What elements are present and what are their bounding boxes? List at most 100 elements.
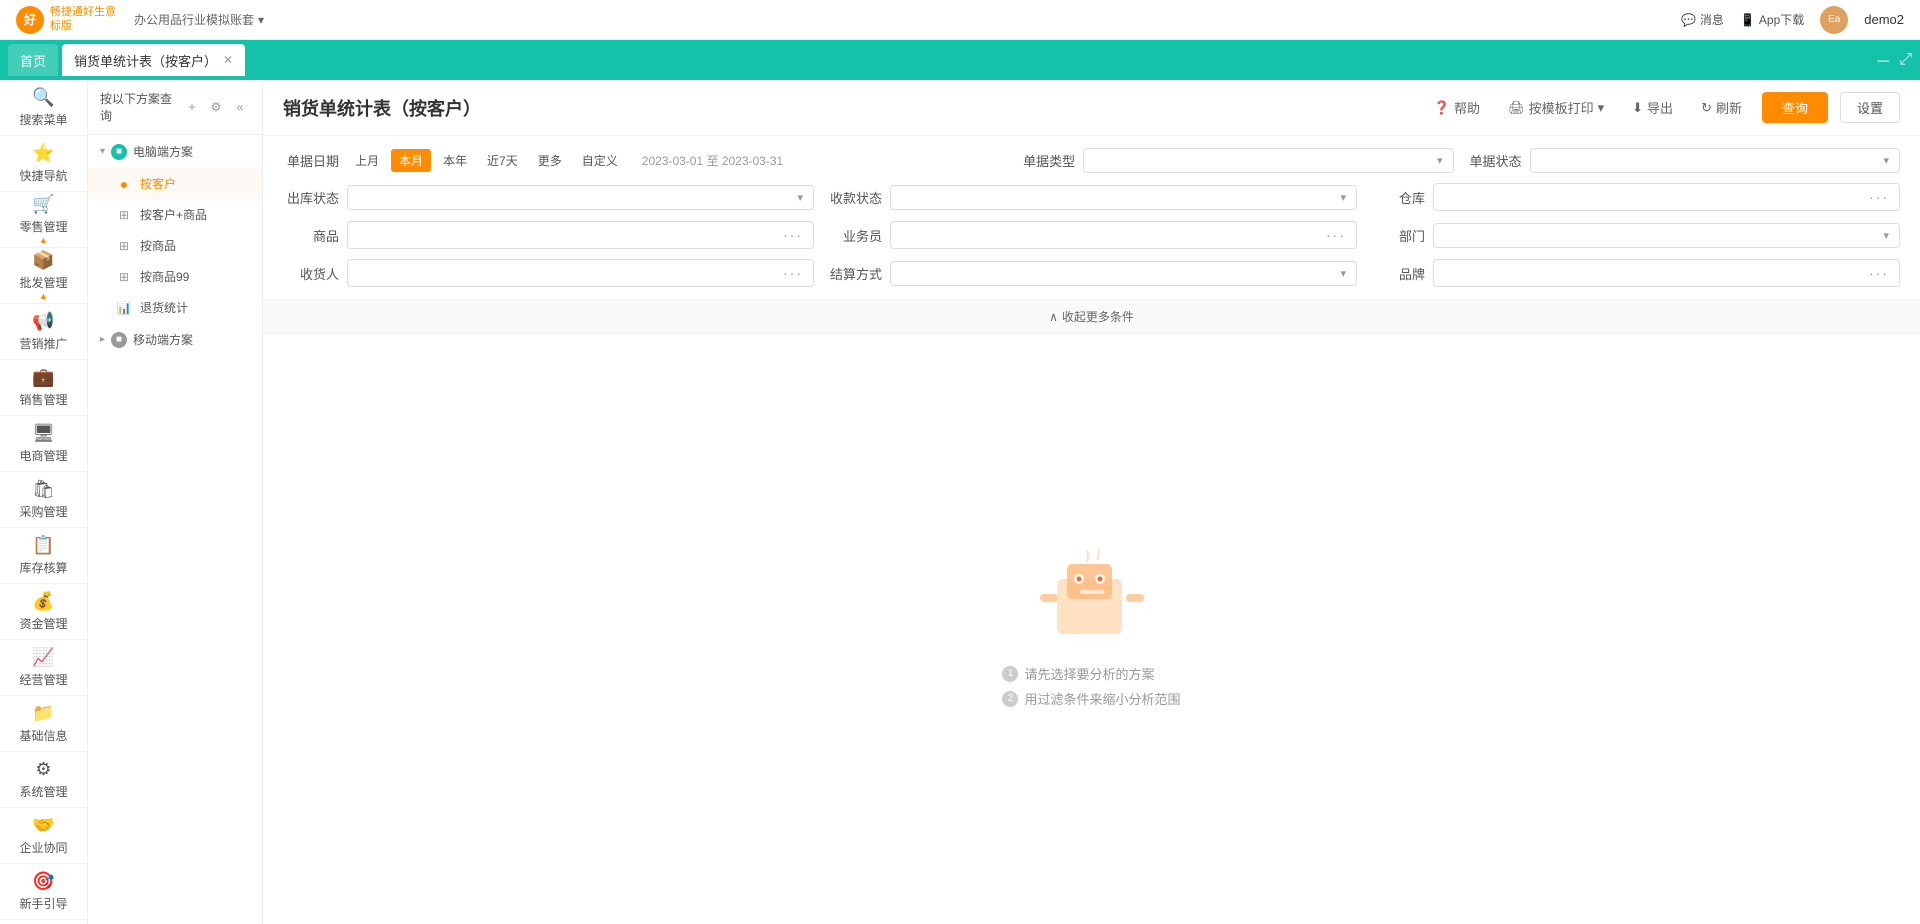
by-goods-icon: ⊞ [116,238,132,254]
bill-status-select[interactable] [1530,148,1900,173]
brand-select[interactable]: ··· [1433,259,1900,287]
sidebar-item-newbie[interactable]: 🎯 新手引导 [0,864,87,920]
settlement-label: 结算方式 [826,264,882,283]
tab-sales-stats[interactable]: 销货单统计表（按客户） ✕ [62,44,245,76]
sidebar-item-sales[interactable]: 💼 销售管理 [0,360,87,416]
scheme-item-by-goods-99[interactable]: ⊞ 按商品99 [88,261,262,292]
sidebar-item-quick-nav[interactable]: ⭐ 快捷导航 [0,136,87,192]
bill-type-select[interactable] [1083,148,1453,173]
payment-status-select[interactable] [890,185,1357,210]
sidebar-item-enterprise[interactable]: 🤝 企业协同 [0,808,87,864]
template-print-icon: 🖨 [1508,100,1525,116]
salesperson-label: 业务员 [826,226,882,245]
settlement-select[interactable] [890,261,1357,286]
scheme-panel-header: 按以下方案查询 + ⚙ « [88,80,262,135]
content-area: 按以下方案查询 + ⚙ « ■ 电脑端方案 ● [88,80,1920,924]
receiver-select[interactable]: ··· [347,259,814,287]
logo-text: 畅捷通好生意 标版 [50,6,116,32]
scheme-item-return-stats[interactable]: 📊 退货统计 [88,292,262,323]
message-label: 消息 [1700,11,1724,28]
tab-bar-actions: － ⤢ [1875,48,1912,72]
marketing-icon: 📢 [32,311,54,332]
header-left: 好 畅捷通好生意 标版 办公用品行业模拟账套 [16,6,272,34]
date-tab-last-7[interactable]: 近7天 [479,149,526,172]
sidebar-item-ecommerce[interactable]: 🖥 电商管理 [0,416,87,472]
date-tab-custom[interactable]: 自定义 [574,149,626,172]
filter-row-3: 商品 ··· 业务员 ··· 部门 [283,221,1900,249]
warehouse-select[interactable]: ··· [1433,183,1900,211]
bill-status-arrow [1883,154,1889,167]
tab-minimize-btn[interactable]: － [1875,48,1891,72]
sidebar-item-system[interactable]: ⚙ 系统管理 [0,752,87,808]
filter-out-status: 出库状态 [283,185,814,210]
filter-brand: 品牌 ··· [1369,259,1900,287]
department-select[interactable] [1433,223,1900,248]
date-range-display: 2023-03-01 至 2023-03-31 [642,152,783,169]
sidebar-item-marketing[interactable]: 📢 营销推广 [0,304,87,360]
sidebar-item-finance[interactable]: 💰 资金管理 [0,584,87,640]
workspace-selector[interactable]: 办公用品行业模拟账套 [126,7,272,32]
sidebar-item-purchase[interactable]: 🛍 采购管理 [0,472,87,528]
help-label: 帮助 [1454,98,1480,117]
help-btn[interactable]: ❓ 帮助 [1426,94,1488,121]
date-tab-last-month[interactable]: 上月 [347,149,387,172]
message-icon: 💬 [1681,13,1696,27]
payment-status-arrow [1340,191,1346,204]
tab-home[interactable]: 首页 [8,44,58,76]
query-btn[interactable]: 查询 [1762,92,1828,123]
filter-goods: 商品 ··· [283,221,814,249]
tab-maximize-btn[interactable]: ⤢ [1899,51,1912,69]
refresh-btn[interactable]: ↻ 刷新 [1693,94,1750,121]
settlement-arrow [1340,267,1346,280]
scheme-add-btn[interactable]: + [182,97,202,117]
sidebar-item-basic-info[interactable]: 📁 基础信息 [0,696,87,752]
quick-nav-label: 快捷导航 [19,167,67,184]
refresh-label: 刷新 [1716,98,1742,117]
scheme-settings-btn[interactable]: ⚙ [206,97,226,117]
sidebar-item-inventory[interactable]: 📋 库存核算 [0,528,87,584]
top-header: 好 畅捷通好生意 标版 办公用品行业模拟账套 💬 消息 📱 App下载 Ea d… [0,0,1920,40]
user-avatar[interactable]: Ea [1820,6,1848,34]
scheme-item-by-customer-goods[interactable]: ⊞ 按客户+商品 [88,199,262,230]
payment-status-label: 收款状态 [826,188,882,207]
sidebar: 🔍 搜索菜单 ⭐ 快捷导航 🛒 零售管理 ▲ 📦 批发管理 ▲ 📢 营销推广 💼… [0,80,88,924]
salesperson-select[interactable]: ··· [890,221,1357,249]
tab-close-icon[interactable]: ✕ [223,53,233,67]
scheme-item-by-goods[interactable]: ⊞ 按商品 [88,230,262,261]
sidebar-item-retail[interactable]: 🛒 零售管理 ▲ [0,192,87,248]
search-menu-icon: 🔍 [32,87,54,108]
marketing-label: 营销推广 [19,335,67,352]
date-tab-this-month[interactable]: 本月 [391,149,431,172]
settings-btn[interactable]: 设置 [1840,92,1900,123]
sidebar-item-wholesale[interactable]: 📦 批发管理 ▲ [0,248,87,304]
ecommerce-icon: 🖥 [32,423,55,444]
out-status-select[interactable] [347,185,814,210]
scheme-group-pc: ■ 电脑端方案 ● 按客户 ⊞ 按客户+商品 [88,135,262,323]
goods-select[interactable]: ··· [347,221,814,249]
newbie-label: 新手引导 [19,895,67,912]
user-name: demo2 [1864,12,1904,27]
filter-date: 单据日期 上月 本月 本年 近7天 更多 自定义 2023-03-01 至 20… [283,149,1007,172]
app-download-btn[interactable]: 📱 App下载 [1740,11,1804,28]
scheme-group-mobile-header[interactable]: ■ 移动端方案 [88,323,262,356]
header-right: 💬 消息 📱 App下载 Ea demo2 [1681,6,1904,34]
quick-nav-icon: ⭐ [32,143,54,164]
scheme-panel-actions: + ⚙ « [182,97,250,117]
date-tab-more[interactable]: 更多 [530,149,570,172]
sidebar-item-operations[interactable]: 📈 经营管理 [0,640,87,696]
sidebar-item-app-center[interactable]: 🔷 应用中心 [0,920,87,924]
wholesale-icon: 📦 [32,250,54,271]
retail-label: 零售管理 [19,218,67,235]
system-label: 系统管理 [19,783,67,800]
template-print-btn[interactable]: 🖨 按模板打印 [1500,94,1612,121]
collapse-row[interactable]: ∧ 收起更多条件 [263,300,1920,334]
refresh-icon: ↻ [1701,100,1712,116]
date-tab-this-year[interactable]: 本年 [435,149,475,172]
message-btn[interactable]: 💬 消息 [1681,11,1724,28]
scheme-collapse-btn[interactable]: « [230,97,250,117]
export-btn[interactable]: ⬇ 导出 [1624,94,1681,121]
scheme-item-by-customer[interactable]: ● 按客户 [88,168,262,199]
scheme-group-pc-header[interactable]: ■ 电脑端方案 [88,135,262,168]
sidebar-item-search-menu[interactable]: 🔍 搜索菜单 [0,80,87,136]
mobile-group-label: 移动端方案 [133,331,193,348]
